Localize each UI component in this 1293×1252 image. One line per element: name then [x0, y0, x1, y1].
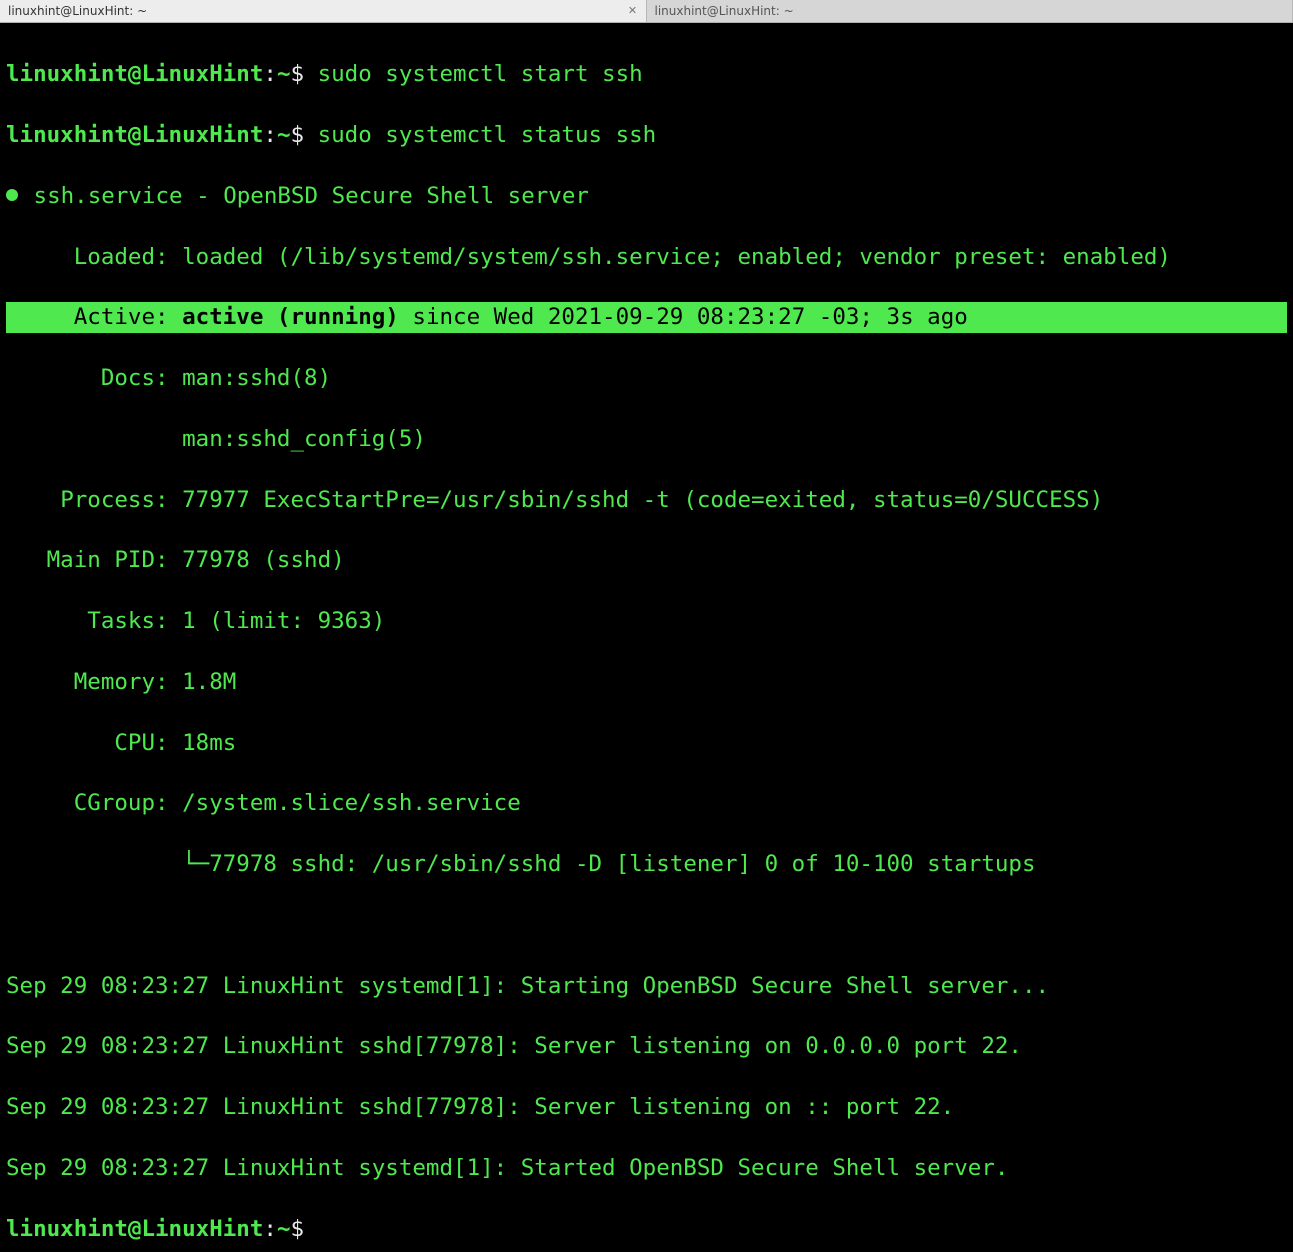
tab-2[interactable]: linuxhint@LinuxHint: ~: [647, 0, 1293, 22]
log-line-2: Sep 29 08:23:27 LinuxHint sshd[77978]: S…: [6, 1092, 1287, 1122]
prompt-userhost: linuxhint@LinuxHint: [6, 61, 263, 87]
cpu-value: 18ms: [182, 730, 236, 756]
process-label: Process:: [60, 487, 168, 513]
prompt-end: $: [290, 61, 304, 87]
prompt-sep: :: [263, 61, 277, 87]
close-icon[interactable]: ✕: [626, 4, 640, 18]
cpu-label: CPU:: [114, 730, 168, 756]
docs-1: man:sshd(8): [182, 365, 331, 391]
tab-1[interactable]: linuxhint@LinuxHint: ~ ✕: [0, 0, 647, 22]
active-label: Active:: [74, 304, 169, 330]
tab-1-title: linuxhint@LinuxHint: ~: [8, 4, 147, 18]
status-dot-icon: [6, 189, 18, 201]
prompt-path: ~: [277, 61, 291, 87]
prompt-end: $: [290, 1216, 304, 1242]
service-name: ssh.service: [34, 183, 183, 209]
log-line-1: Sep 29 08:23:27 LinuxHint sshd[77978]: S…: [6, 1031, 1287, 1061]
cgroup-child: └─77978 sshd: /usr/sbin/sshd -D [listene…: [182, 851, 1035, 877]
docs-label: Docs:: [101, 365, 169, 391]
memory-label: Memory:: [74, 669, 169, 695]
terminal-output[interactable]: linuxhint@LinuxHint:~$ sudo systemctl st…: [0, 23, 1293, 1252]
active-since: since Wed 2021-09-29 08:23:27 -03; 3s ag…: [399, 304, 968, 330]
log-line-3: Sep 29 08:23:27 LinuxHint systemd[1]: St…: [6, 1153, 1287, 1183]
prompt-path: ~: [277, 122, 291, 148]
prompt-userhost: linuxhint@LinuxHint: [6, 1216, 263, 1242]
service-desc: OpenBSD Secure Shell server: [223, 183, 589, 209]
command-2: sudo systemctl status ssh: [318, 122, 657, 148]
cgroup-label: CGroup:: [74, 790, 169, 816]
tab-2-title: linuxhint@LinuxHint: ~: [655, 4, 794, 18]
tasks-label: Tasks:: [87, 608, 168, 634]
prompt-sep: :: [263, 122, 277, 148]
mainpid-value: 77978 (sshd): [182, 547, 345, 573]
prompt-end: $: [290, 122, 304, 148]
prompt-sep: :: [263, 1216, 277, 1242]
log-line-0: Sep 29 08:23:27 LinuxHint systemd[1]: St…: [6, 971, 1287, 1001]
active-state: active (running): [182, 304, 399, 330]
prompt-path: ~: [277, 1216, 291, 1242]
process-value: 77977 ExecStartPre=/usr/sbin/sshd -t (co…: [182, 487, 1103, 513]
docs-2: man:sshd_config(5): [182, 426, 426, 452]
command-1: sudo systemctl start ssh: [318, 61, 643, 87]
mainpid-label: Main PID:: [47, 547, 169, 573]
tab-bar: linuxhint@LinuxHint: ~ ✕ linuxhint@Linux…: [0, 0, 1293, 23]
loaded-label: Loaded:: [74, 244, 169, 270]
tasks-value: 1 (limit: 9363): [182, 608, 385, 634]
loaded-value: loaded (/lib/systemd/system/ssh.service;…: [182, 244, 1171, 270]
cgroup-value: /system.slice/ssh.service: [182, 790, 521, 816]
prompt-userhost: linuxhint@LinuxHint: [6, 122, 263, 148]
memory-value: 1.8M: [182, 669, 236, 695]
